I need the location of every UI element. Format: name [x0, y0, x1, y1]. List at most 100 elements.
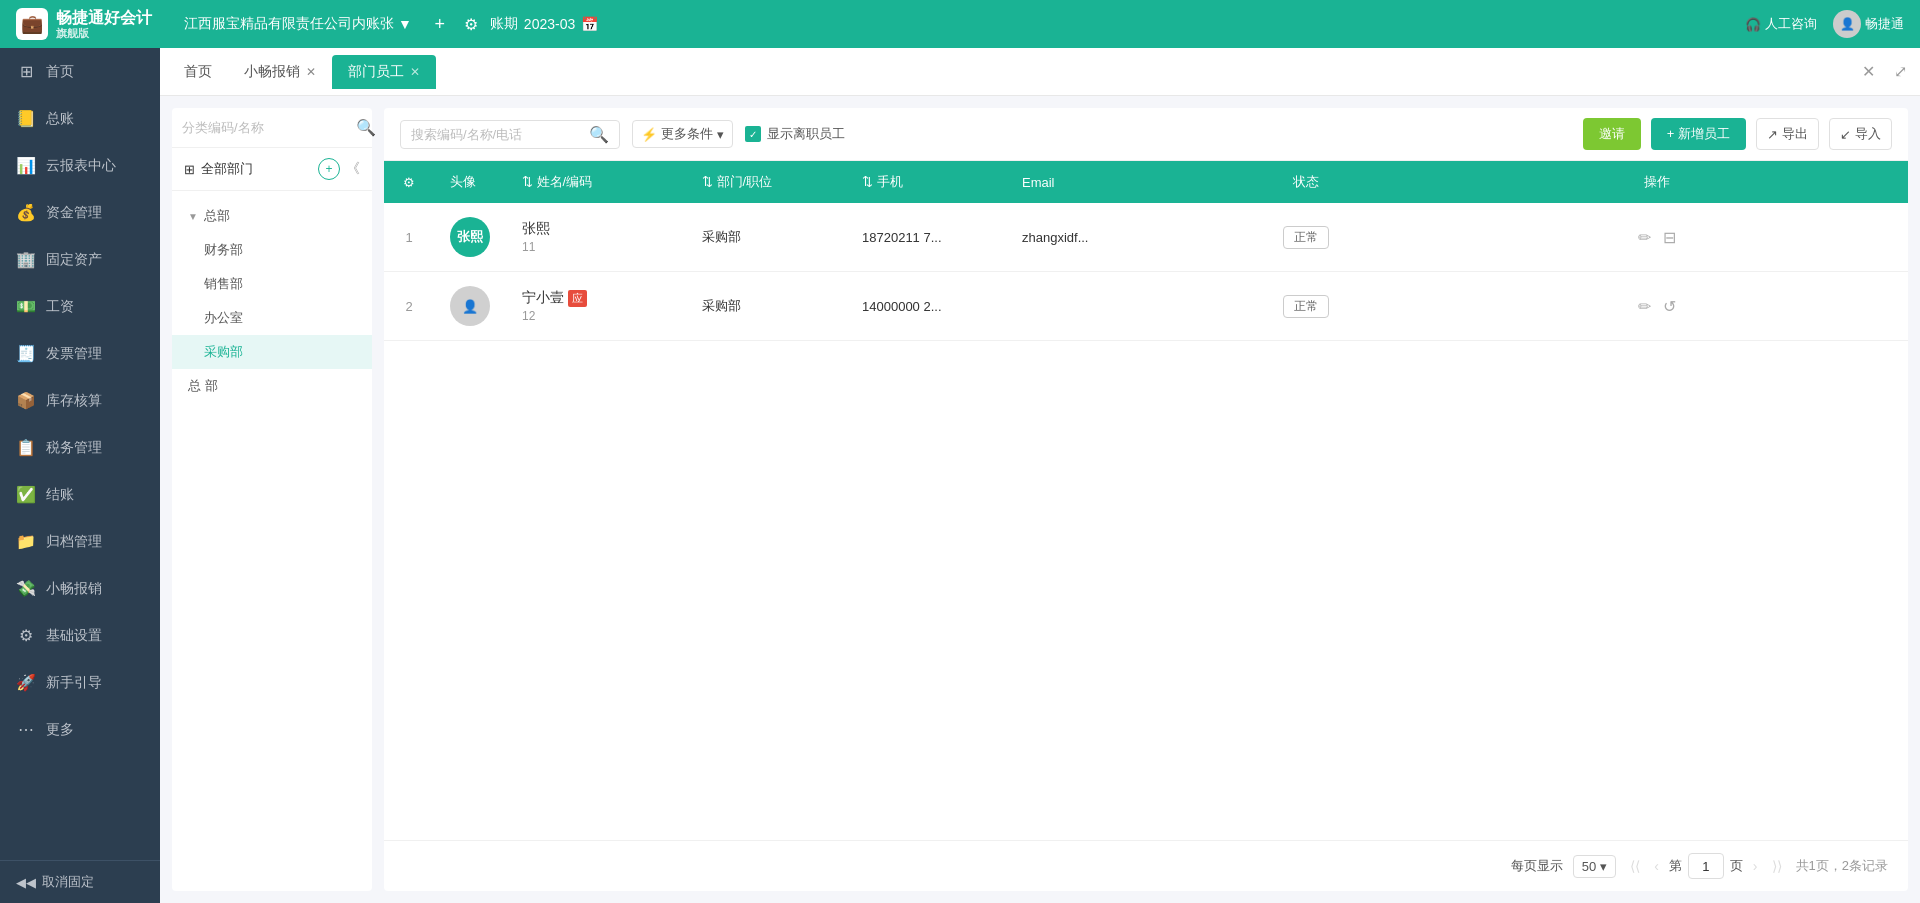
dept-all-label: ⊞ 全部部门 [184, 160, 310, 178]
sidebar-item-invoice[interactable]: 🧾 发票管理 [0, 330, 160, 377]
sidebar-label-guide: 新手引导 [46, 674, 102, 692]
tab-maximize-button[interactable]: ⤢ [1888, 60, 1912, 84]
tax-icon: 📋 [16, 438, 36, 457]
edit-icon-1[interactable]: ✏ [1638, 228, 1651, 247]
sidebar-item-tax[interactable]: 📋 税务管理 [0, 424, 160, 471]
next-page-button[interactable]: › [1749, 856, 1762, 876]
tab-employee[interactable]: 部门员工 ✕ [332, 55, 436, 89]
row-actions-1: ✏ ⊟ [1406, 203, 1908, 272]
employee-search-input[interactable] [411, 127, 583, 142]
search-icon: 🔍 [356, 118, 376, 137]
prev-page-button[interactable]: ‹ [1650, 856, 1663, 876]
dept-search: 🔍 [172, 108, 372, 148]
sidebar-item-guide[interactable]: 🚀 新手引导 [0, 659, 160, 706]
sidebar: ⊞ 首页 📒 总账 📊 云报表中心 💰 资金管理 🏢 固定资产 💵 工资 🧾 发… [0, 48, 160, 903]
user-item[interactable]: 👤 畅捷通 [1833, 10, 1904, 38]
sidebar-item-funds[interactable]: 💰 资金管理 [0, 189, 160, 236]
table-row: 1 张熙 张熙 11 采购部 [384, 203, 1908, 272]
row-actions-2: ✏ ↺ [1406, 272, 1908, 341]
sidebar-label-tax: 税务管理 [46, 439, 102, 457]
delete-icon-2[interactable]: ↺ [1663, 297, 1676, 316]
support-label: 人工咨询 [1765, 15, 1817, 33]
sidebar-item-home[interactable]: ⊞ 首页 [0, 48, 160, 95]
sidebar-label-ledger: 总账 [46, 110, 74, 128]
app-logo: 💼 畅捷通好会计 旗舰版 [16, 8, 176, 40]
invite-button[interactable]: 邀请 [1583, 118, 1641, 150]
page-size-label: 每页显示 [1511, 857, 1563, 875]
dept-label-zongbu2: 总 部 [188, 377, 218, 395]
sidebar-item-closing[interactable]: ✅ 结账 [0, 471, 160, 518]
sidebar-item-archive[interactable]: 📁 归档管理 [0, 518, 160, 565]
dept-node-zongbu2[interactable]: 总 部 [172, 369, 372, 403]
support-item[interactable]: 🎧 人工咨询 [1745, 15, 1817, 33]
table-body: 1 张熙 张熙 11 采购部 [384, 203, 1908, 341]
tab-expense[interactable]: 小畅报销 ✕ [228, 55, 332, 89]
filter-label: 更多条件 [661, 125, 713, 143]
page-input[interactable] [1688, 853, 1724, 879]
archive-icon: 📁 [16, 532, 36, 551]
content-area: 首页 小畅报销 ✕ 部门员工 ✕ ✕ ⤢ 🔍 [160, 48, 1920, 903]
code-2: 12 [522, 309, 670, 323]
export-button[interactable]: ↗ 导出 [1756, 118, 1819, 150]
sidebar-item-reports[interactable]: 📊 云报表中心 [0, 142, 160, 189]
filter-button[interactable]: ⚡ 更多条件 ▾ [632, 120, 733, 148]
status-badge-2: 正常 [1283, 295, 1329, 318]
col-dept[interactable]: ⇅ 部门/职位 [686, 161, 846, 203]
show-resigned-checkbox[interactable]: ✓ 显示离职员工 [745, 125, 845, 143]
sidebar-item-expense[interactable]: 💸 小畅报销 [0, 565, 160, 612]
sidebar-item-payroll[interactable]: 💵 工资 [0, 283, 160, 330]
col-phone[interactable]: ⇅ 手机 [846, 161, 1006, 203]
sidebar-item-more[interactable]: ⋯ 更多 [0, 706, 160, 753]
tab-minimize-button[interactable]: ✕ [1856, 60, 1880, 84]
col-name[interactable]: ⇅ 姓名/编码 [506, 161, 686, 203]
header-add-button[interactable]: + [428, 12, 452, 36]
dept-panel: 🔍 ⊞ 全部部门 + 《 ▼ 总部 [172, 108, 372, 891]
edit-icon-2[interactable]: ✏ [1638, 297, 1651, 316]
sidebar-item-ledger[interactable]: 📒 总账 [0, 95, 160, 142]
last-page-button[interactable]: ⟩⟩ [1768, 856, 1786, 876]
main-layout: ⊞ 首页 📒 总账 📊 云报表中心 💰 资金管理 🏢 固定资产 💵 工资 🧾 发… [0, 48, 1920, 903]
row-email-1: zhangxidf... [1006, 203, 1206, 272]
employee-data-table: ⚙ 头像 ⇅ 姓名/编码 ⇅ 部门/职位 ⇅ 手机 [384, 161, 1908, 341]
avatar-2: 👤 [450, 286, 490, 326]
dept-node-caigou[interactable]: 采购部 [172, 335, 372, 369]
ledger-icon: 📒 [16, 109, 36, 128]
tab-employee-close[interactable]: ✕ [410, 65, 420, 79]
import-button[interactable]: ↙ 导入 [1829, 118, 1892, 150]
tab-home[interactable]: 首页 [168, 55, 228, 89]
sidebar-item-assets[interactable]: 🏢 固定资产 [0, 236, 160, 283]
first-page-button[interactable]: ⟨⟨ [1626, 856, 1644, 876]
tab-expense-close[interactable]: ✕ [306, 65, 316, 79]
badge-ying-2: 应 [568, 290, 587, 307]
dept-node-bangong[interactable]: 办公室 [172, 301, 372, 335]
dept-collapse-button[interactable]: 《 [346, 160, 360, 178]
sidebar-item-inventory[interactable]: 📦 库存核算 [0, 377, 160, 424]
page-unit: 页 [1730, 857, 1743, 875]
calendar-icon[interactable]: 📅 [581, 16, 598, 32]
dept-search-input[interactable] [182, 120, 350, 135]
dept-node-zongbu[interactable]: ▼ 总部 [172, 199, 372, 233]
dept-node-xiaoshou[interactable]: 销售部 [172, 267, 372, 301]
dept-label-caiwu: 财务部 [204, 241, 243, 259]
sidebar-pin-toggle[interactable]: ◀◀ 取消固定 [0, 860, 160, 903]
header-settings-button[interactable]: ⚙ [464, 15, 478, 34]
add-employee-button[interactable]: + 新增员工 [1651, 118, 1746, 150]
page-total: 共1页，2条记录 [1796, 857, 1888, 875]
col-settings[interactable]: ⚙ [384, 161, 434, 203]
row-email-2 [1006, 272, 1206, 341]
page-size-select[interactable]: 50 ▾ [1573, 855, 1616, 878]
logout-icon-1[interactable]: ⊟ [1663, 228, 1676, 247]
expand-icon: ▼ [188, 211, 198, 222]
dept-node-caiwu[interactable]: 财务部 [172, 233, 372, 267]
invoice-icon: 🧾 [16, 344, 36, 363]
page-nav: ⟨⟨ ‹ 第 页 › ⟩⟩ [1626, 853, 1785, 879]
header-right: 🎧 人工咨询 👤 畅捷通 [1745, 10, 1904, 38]
sidebar-item-settings[interactable]: ⚙ 基础设置 [0, 612, 160, 659]
headset-icon: 🎧 [1745, 17, 1761, 32]
dept-add-button[interactable]: + [318, 158, 340, 180]
chevron-down-icon: ▾ [717, 127, 724, 142]
status-badge-1: 正常 [1283, 226, 1329, 249]
row-num-2: 2 [384, 272, 434, 341]
import-icon: ↙ [1840, 127, 1851, 142]
header-company[interactable]: 江西服宝精品有限责任公司内账张 ▼ [184, 15, 412, 33]
